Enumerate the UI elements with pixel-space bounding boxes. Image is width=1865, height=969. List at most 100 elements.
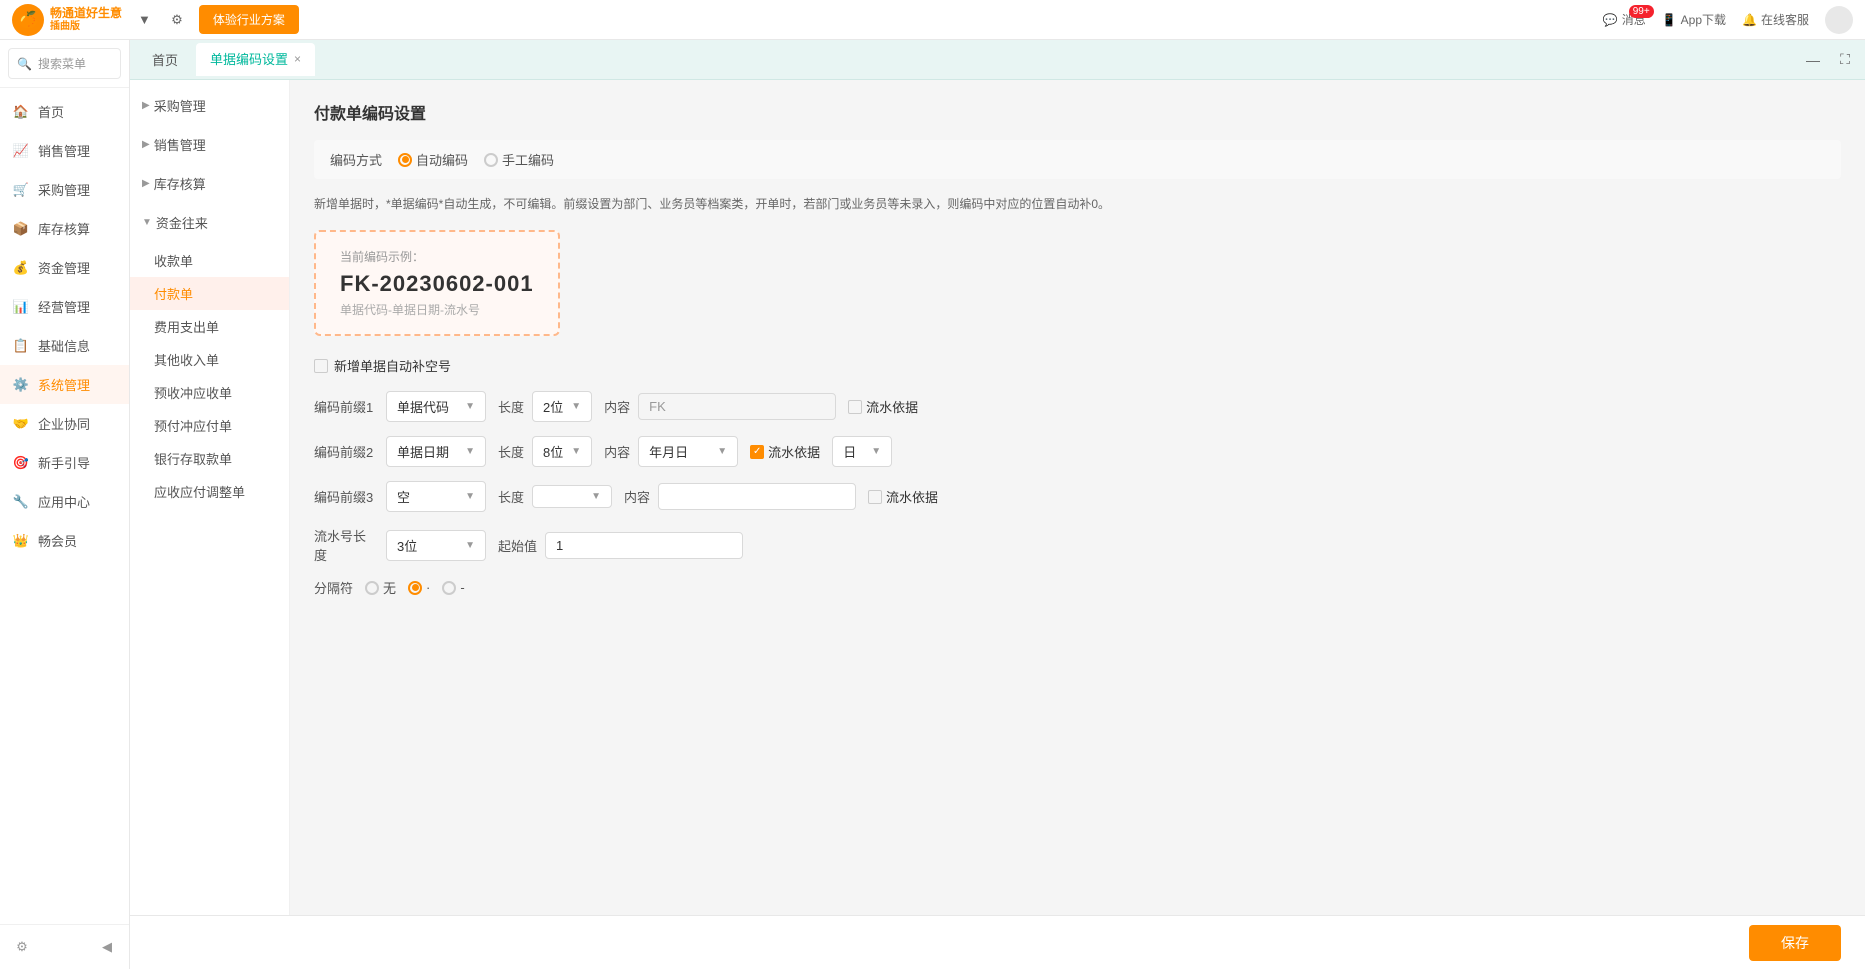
sidebar-item-system[interactable]: ⚙️ 系统管理 [0, 365, 129, 404]
prefix2-content-group: 内容 年月日 ▼ [604, 436, 738, 467]
left-nav-expense[interactable]: 费用支出单 [130, 310, 289, 343]
save-button[interactable]: 保存 [1749, 925, 1841, 961]
left-nav-purchase: ▶ 采购管理 [130, 88, 289, 123]
tab-home[interactable]: 首页 [138, 44, 192, 75]
sidebar-item-home[interactable]: 🏠 首页 [0, 92, 129, 131]
auto-fill-row: 新增单据自动补空号 [314, 356, 1841, 375]
manual-encode-option[interactable]: 手工编码 [484, 150, 554, 169]
prefix3-content-group: 内容 [624, 483, 856, 510]
auto-fill-label: 新增单据自动补空号 [334, 356, 451, 375]
tab-encode-settings[interactable]: 单据编码设置 × [196, 43, 315, 76]
sidebar-item-operations[interactable]: 📊 经营管理 [0, 287, 129, 326]
home-icon: 🏠 [12, 103, 30, 121]
enterprise-icon: 🤝 [12, 415, 30, 433]
left-nav-receipt[interactable]: 收款单 [130, 244, 289, 277]
prefix3-chevron: ▼ [465, 491, 475, 502]
user-avatar[interactable] [1825, 6, 1853, 34]
serial-length-chevron: ▼ [465, 540, 475, 551]
logo: 🍊 畅通道好生意 插曲版 [12, 4, 122, 36]
tab-minimize-icon[interactable]: — [1801, 48, 1825, 72]
sidebar-item-apps[interactable]: 🔧 应用中心 [0, 482, 129, 521]
sidebar-settings-btn[interactable]: ⚙ [8, 933, 36, 961]
prefix1-content-group: 内容 [604, 393, 836, 420]
serial2-unit-select[interactable]: 日 ▼ [832, 436, 892, 467]
left-nav-prepay-payable[interactable]: 预付冲应付单 [130, 409, 289, 442]
start-value-input[interactable] [545, 532, 743, 559]
message-btn[interactable]: 💬 消息 99+ [1603, 11, 1646, 28]
sep-dot-option[interactable]: · [408, 580, 430, 595]
left-nav-sales-title[interactable]: ▶ 销售管理 [130, 127, 289, 162]
basic-info-icon: 📋 [12, 337, 30, 355]
encode-mode-row: 编码方式 自动编码 手工编码 [314, 140, 1841, 179]
search-menu-btn[interactable]: 🔍 搜索菜单 [8, 48, 121, 79]
topbar-nav: ▼ ⚙ [130, 6, 191, 34]
sidebar-item-sales[interactable]: 📈 销售管理 [0, 131, 129, 170]
content-area: 首页 单据编码设置 × — ⛶ ▶ 采购管理 [130, 40, 1865, 969]
serial-length-row: 流水号长度 3位 ▼ 起始值 [314, 526, 1841, 564]
sep-dash-radio[interactable] [442, 581, 456, 595]
sep-dot-radio[interactable] [408, 581, 422, 595]
left-nav-ar-ap-adjust[interactable]: 应收应付调整单 [130, 475, 289, 508]
left-nav-purchase-title[interactable]: ▶ 采购管理 [130, 88, 289, 123]
left-nav-prepay-receivable[interactable]: 预收冲应收单 [130, 376, 289, 409]
length3-select[interactable]: ▼ [532, 485, 612, 508]
prefix3-select[interactable]: 空 ▼ [386, 481, 486, 512]
content2-chevron: ▼ [717, 446, 727, 457]
auto-fill-checkbox[interactable] [314, 359, 328, 373]
serial2-checkbox[interactable]: ✓ [750, 445, 764, 459]
topbar-dropdown[interactable]: ▼ [130, 8, 159, 31]
left-nav-capital-title[interactable]: ▼ 资金往来 [130, 205, 289, 240]
serial1-checkbox[interactable] [848, 400, 862, 414]
sidebar-item-finance[interactable]: 💰 资金管理 [0, 248, 129, 287]
manual-encode-radio[interactable] [484, 153, 498, 167]
system-icon: ⚙️ [12, 376, 30, 394]
content3-input[interactable] [658, 483, 856, 510]
serial-length-select[interactable]: 3位 ▼ [386, 530, 486, 561]
length1-select[interactable]: 2位 ▼ [532, 391, 592, 422]
serial3-checkbox[interactable] [868, 490, 882, 504]
auto-encode-radio[interactable] [398, 153, 412, 167]
online-service-btn[interactable]: 🔔 在线客服 [1742, 11, 1809, 28]
auto-encode-option[interactable]: 自动编码 [398, 150, 468, 169]
sidebar-search-area: 🔍 搜索菜单 [0, 40, 129, 88]
serial2-checkbox-label[interactable]: ✓ 流水依据 [750, 442, 820, 461]
experience-btn[interactable]: 体验行业方案 [199, 5, 299, 34]
sidebar-item-basic-info[interactable]: 📋 基础信息 [0, 326, 129, 365]
length2-select[interactable]: 8位 ▼ [532, 436, 592, 467]
code-example-format: 单据代码-单据日期-流水号 [340, 301, 534, 318]
content1-input[interactable] [638, 393, 836, 420]
left-nav-payment[interactable]: 付款单 [130, 277, 289, 310]
sidebar-item-guide[interactable]: 🎯 新手引导 [0, 443, 129, 482]
prefix3-length-group: 长度 ▼ [498, 485, 612, 508]
chevron-right-icon3: ▶ [142, 178, 150, 189]
prefix2-select[interactable]: 单据日期 ▼ [386, 436, 486, 467]
serial3-checkbox-label[interactable]: 流水依据 [868, 487, 938, 506]
sep-none-option[interactable]: 无 [365, 578, 396, 597]
prefix1-chevron: ▼ [465, 401, 475, 412]
tab-close-icon[interactable]: × [294, 52, 301, 66]
sidebar-item-purchase[interactable]: 🛒 采购管理 [0, 170, 129, 209]
left-nav-inventory-title[interactable]: ▶ 库存核算 [130, 166, 289, 201]
sidebar-item-inventory[interactable]: 📦 库存核算 [0, 209, 129, 248]
content2-select[interactable]: 年月日 ▼ [638, 436, 738, 467]
sidebar-collapse-btn[interactable]: ◀ [93, 933, 121, 961]
chevron-right-icon: ▶ [142, 100, 150, 111]
sep-dash-option[interactable]: - [442, 580, 464, 595]
guide-icon: 🎯 [12, 454, 30, 472]
sep-none-radio[interactable] [365, 581, 379, 595]
app-download-btn[interactable]: 📱 App下载 [1662, 11, 1726, 28]
prefix1-select[interactable]: 单据代码 ▼ [386, 391, 486, 422]
apps-icon: 🔧 [12, 493, 30, 511]
logo-icon: 🍊 [12, 4, 44, 36]
message-icon: 💬 [1603, 13, 1618, 27]
serial1-checkbox-label[interactable]: 流水依据 [848, 397, 918, 416]
left-nav-other-income[interactable]: 其他收入单 [130, 343, 289, 376]
sidebar-item-enterprise[interactable]: 🤝 企业协同 [0, 404, 129, 443]
left-nav-inventory: ▶ 库存核算 [130, 166, 289, 201]
topbar-settings-icon[interactable]: ⚙ [163, 6, 191, 34]
sidebar-item-member[interactable]: 👑 畅会员 [0, 521, 129, 560]
left-nav-bank[interactable]: 银行存取款单 [130, 442, 289, 475]
form-area: 付款单编码设置 编码方式 自动编码 手工编码 新增单据时，*单据编码*自动生成，… [290, 80, 1865, 915]
tab-maximize-icon[interactable]: ⛶ [1833, 48, 1857, 72]
serial-length-label: 流水号长度 [314, 526, 374, 564]
